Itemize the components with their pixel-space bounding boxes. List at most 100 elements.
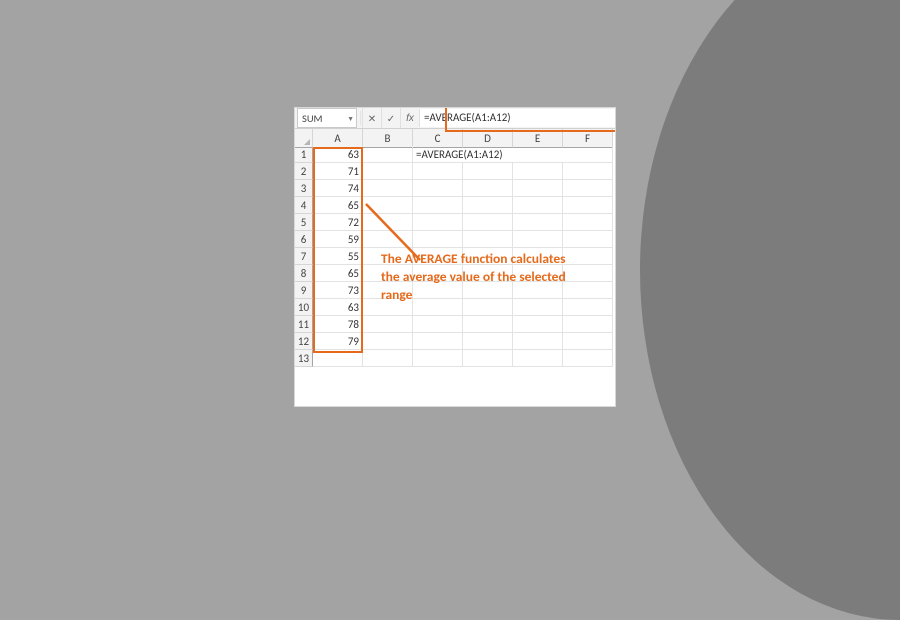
cell-E5[interactable] (513, 214, 563, 231)
cell-F8[interactable] (563, 265, 613, 282)
cell-E7[interactable] (513, 248, 563, 265)
cell-C12[interactable] (413, 333, 463, 350)
cell-F12[interactable] (563, 333, 613, 350)
cell-A12[interactable]: 79 (313, 333, 363, 350)
cell-F6[interactable] (563, 231, 613, 248)
row-header-8[interactable]: 8 (295, 265, 313, 282)
cell-A6[interactable]: 59 (313, 231, 363, 248)
cell-C11[interactable] (413, 316, 463, 333)
cell-B2[interactable] (363, 163, 413, 180)
cell-D8[interactable] (463, 265, 513, 282)
cell-A4[interactable]: 65 (313, 197, 363, 214)
spreadsheet-grid: A B C D E F 1 63 =AVERAGE(A1:A12) 2 71 3… (295, 129, 615, 367)
cell-F3[interactable] (563, 180, 613, 197)
cell-D13[interactable] (463, 350, 513, 367)
cell-F7[interactable] (563, 248, 613, 265)
background-curve (640, 0, 900, 620)
row-header-2[interactable]: 2 (295, 163, 313, 180)
cell-C7[interactable] (413, 248, 463, 265)
row-header-4[interactable]: 4 (295, 197, 313, 214)
cell-F9[interactable] (563, 282, 613, 299)
fx-button[interactable]: fx (400, 108, 419, 128)
formula-input[interactable]: =AVERAGE(A1:A12) (419, 109, 615, 127)
cell-A9[interactable]: 73 (313, 282, 363, 299)
cell-D11[interactable] (463, 316, 513, 333)
row-header-1[interactable]: 1 (295, 146, 313, 163)
cell-D7[interactable] (463, 248, 513, 265)
cell-C4[interactable] (413, 197, 463, 214)
cell-D9[interactable] (463, 282, 513, 299)
cell-C5[interactable] (413, 214, 463, 231)
cell-B5[interactable] (363, 214, 413, 231)
row-header-6[interactable]: 6 (295, 231, 313, 248)
cell-B13[interactable] (363, 350, 413, 367)
name-box[interactable]: SUM ▼ (297, 108, 357, 128)
cell-D6[interactable] (463, 231, 513, 248)
cell-B1[interactable] (363, 146, 413, 163)
cell-A1[interactable]: 63 (313, 146, 363, 163)
cell-A10[interactable]: 63 (313, 299, 363, 316)
cell-F11[interactable] (563, 316, 613, 333)
row-header-13[interactable]: 13 (295, 350, 313, 367)
cell-E4[interactable] (513, 197, 563, 214)
cell-B7[interactable] (363, 248, 413, 265)
row-header-7[interactable]: 7 (295, 248, 313, 265)
cell-B3[interactable] (363, 180, 413, 197)
cell-B8[interactable] (363, 265, 413, 282)
cell-F10[interactable] (563, 299, 613, 316)
cell-B9[interactable] (363, 282, 413, 299)
select-all-corner[interactable] (295, 129, 313, 148)
cell-D4[interactable] (463, 197, 513, 214)
cell-C9[interactable] (413, 282, 463, 299)
cell-A7[interactable]: 55 (313, 248, 363, 265)
row-header-9[interactable]: 9 (295, 282, 313, 299)
cell-C10[interactable] (413, 299, 463, 316)
row-header-5[interactable]: 5 (295, 214, 313, 231)
cell-A11[interactable]: 78 (313, 316, 363, 333)
cell-E2[interactable] (513, 163, 563, 180)
cell-D10[interactable] (463, 299, 513, 316)
row-header-11[interactable]: 11 (295, 316, 313, 333)
cell-D5[interactable] (463, 214, 513, 231)
cell-D2[interactable] (463, 163, 513, 180)
cell-F4[interactable] (563, 197, 613, 214)
cell-E3[interactable] (513, 180, 563, 197)
row-header-10[interactable]: 10 (295, 299, 313, 316)
cell-B4[interactable] (363, 197, 413, 214)
cell-B11[interactable] (363, 316, 413, 333)
cancel-button[interactable]: ✕ (362, 108, 381, 128)
cell-D12[interactable] (463, 333, 513, 350)
cell-F5[interactable] (563, 214, 613, 231)
cell-E8[interactable] (513, 265, 563, 282)
cell-A5[interactable]: 72 (313, 214, 363, 231)
cell-E6[interactable] (513, 231, 563, 248)
cell-B6[interactable] (363, 231, 413, 248)
cell-C3[interactable] (413, 180, 463, 197)
cell-A13[interactable] (313, 350, 363, 367)
cell-F2[interactable] (563, 163, 613, 180)
cell-E10[interactable] (513, 299, 563, 316)
cell-C2[interactable] (413, 163, 463, 180)
row-header-12[interactable]: 12 (295, 333, 313, 350)
cell-C1[interactable]: =AVERAGE(A1:A12) (413, 146, 613, 163)
cell-C6[interactable] (413, 231, 463, 248)
cell-C13[interactable] (413, 350, 463, 367)
cell-F13[interactable] (563, 350, 613, 367)
enter-button[interactable]: ✓ (381, 108, 400, 128)
cell-D3[interactable] (463, 180, 513, 197)
fx-icon: fx (406, 113, 414, 124)
x-icon: ✕ (368, 112, 376, 125)
cell-E13[interactable] (513, 350, 563, 367)
cell-C8[interactable] (413, 265, 463, 282)
cell-E11[interactable] (513, 316, 563, 333)
cell-A8[interactable]: 65 (313, 265, 363, 282)
cell-B10[interactable] (363, 299, 413, 316)
cell-A2[interactable]: 71 (313, 163, 363, 180)
cell-A3[interactable]: 74 (313, 180, 363, 197)
row-header-3[interactable]: 3 (295, 180, 313, 197)
separator (360, 111, 361, 125)
cell-B12[interactable] (363, 333, 413, 350)
cell-E9[interactable] (513, 282, 563, 299)
cell-E12[interactable] (513, 333, 563, 350)
name-box-dropdown-icon[interactable]: ▼ (347, 114, 354, 123)
